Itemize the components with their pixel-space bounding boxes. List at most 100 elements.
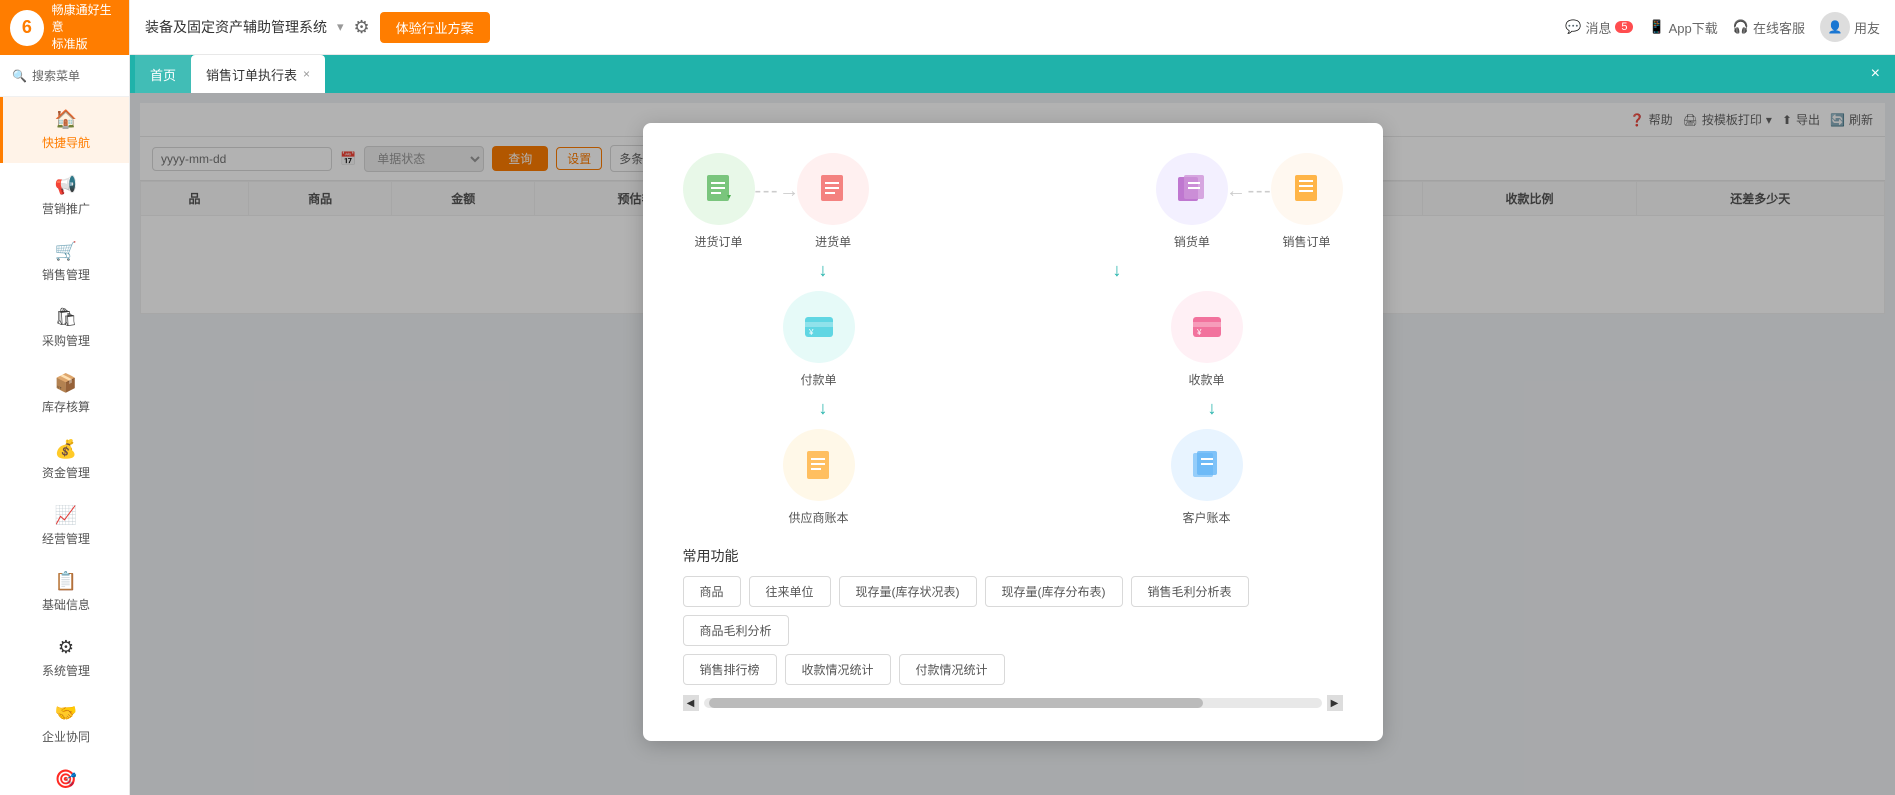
supplier-account-circle [783, 429, 855, 501]
download-icon: 📱 [1648, 19, 1664, 35]
gear-icon: ⚙ [58, 637, 74, 658]
flow-item-customer-account[interactable]: 客户账本 [1171, 429, 1243, 526]
down-arrow-1: ↓ [819, 260, 828, 281]
online-service-button[interactable]: 🎧 在线客服 [1733, 18, 1805, 37]
tab-bar-close-button[interactable]: × [1861, 65, 1890, 83]
common-btn-partner[interactable]: 往来单位 [749, 576, 831, 607]
common-btn-receipt-stats[interactable]: 收款情况统计 [785, 654, 891, 685]
sidebar-item-enterprise[interactable]: 🤝 企业协同 [0, 691, 129, 757]
receipt-circle: ¥ [1171, 291, 1243, 363]
flow-row-2: ¥ 付款单 ¥ [683, 291, 1343, 388]
common-btn-sales-analysis[interactable]: 销售毛利分析表 [1131, 576, 1249, 607]
sidebar-item-marketing[interactable]: 📢 营销推广 [0, 163, 129, 229]
sidebar-item-finance[interactable]: 💰 资金管理 [0, 427, 129, 493]
search-menu-button[interactable]: 🔍 搜索菜单 [8, 63, 121, 88]
sidebar-item-system[interactable]: ⚙ 系统管理 [0, 625, 129, 691]
svg-text:¥: ¥ [1196, 328, 1202, 337]
logo-icon: 6 [10, 10, 44, 46]
flow-down-arrows-2: ↓ ↓ [683, 398, 1343, 419]
flow-arrow-right-1: - - - → [755, 180, 798, 203]
common-btns-row2: 销售排行榜 收款情况统计 付款情况统计 [683, 654, 1343, 685]
tab-home[interactable]: 首页 [135, 55, 191, 93]
dropdown-icon: ▾ [337, 19, 344, 35]
app-download-button[interactable]: 📱 App下载 [1648, 18, 1717, 37]
down-arrow-3: ↓ [819, 398, 828, 419]
common-btn-product-profit[interactable]: 商品毛利分析 [683, 615, 789, 646]
sidebar-item-guide[interactable]: 🎯 新手引导 [0, 757, 129, 795]
trial-button[interactable]: 体验行业方案 [380, 12, 490, 43]
shopping-icon: 🛍 [55, 307, 78, 328]
common-btn-inventory-dist[interactable]: 现存量(库存分布表) [985, 576, 1123, 607]
common-btns-row1: 商品 往来单位 现存量(库存状况表) 现存量(库存分布表) 销售毛利分析表 商品… [683, 576, 1343, 646]
sidebar-logo: 6 畅康通好生意 标准版 [0, 0, 129, 55]
app-container: 6 畅康通好生意 标准版 🔍 搜索菜单 🏠 快捷导航 📢 营销推广 [0, 0, 1895, 795]
app-title: 装备及固定资产辅助管理系统 [145, 17, 327, 37]
user-avatar: 👤 [1820, 12, 1850, 42]
scroll-thumb[interactable] [709, 698, 1203, 708]
sidebar-item-sales[interactable]: 🛒 销售管理 [0, 229, 129, 295]
sidebar: 6 畅康通好生意 标准版 🔍 搜索菜单 🏠 快捷导航 📢 营销推广 [0, 0, 130, 795]
common-btn-inventory-status[interactable]: 现存量(库存状况表) [839, 576, 977, 607]
cart-icon: 🛒 [55, 241, 77, 262]
scroll-track [704, 698, 1322, 708]
money-icon: 💰 [55, 439, 77, 460]
sidebar-item-operations[interactable]: 📈 经营管理 [0, 493, 129, 559]
flow-item-purchase-order[interactable]: 进货订单 [683, 153, 755, 250]
service-icon: 🎧 [1733, 19, 1749, 35]
sidebar-nav: 🏠 快捷导航 📢 营销推广 🛒 销售管理 🛍 采购管理 📦 库存核算 💰 [0, 97, 129, 795]
handshake-icon: 🤝 [55, 703, 77, 724]
sidebar-item-purchase[interactable]: 🛍 采购管理 [0, 295, 129, 361]
payment-circle: ¥ [783, 291, 855, 363]
scroll-right-button[interactable]: ▶ [1327, 695, 1343, 711]
flow-down-arrows: ↓ ↓ [683, 260, 1343, 281]
sales-bill-circle [1156, 153, 1228, 225]
flow-section: 进货订单 - - - → 进货单 [683, 153, 1343, 526]
box-icon: 📦 [55, 373, 77, 394]
search-icon: 🔍 [12, 69, 27, 83]
flow-item-sales-bill[interactable]: 销货单 [1156, 153, 1228, 250]
message-icon: 💬 [1565, 19, 1581, 35]
header-right: 💬 消息 5 📱 App下载 🎧 在线客服 👤 用友 [1565, 12, 1880, 42]
customer-account-circle [1171, 429, 1243, 501]
flow-item-supplier-account[interactable]: 供应商账本 [783, 429, 855, 526]
sidebar-item-basic-info[interactable]: 📋 基础信息 [0, 559, 129, 625]
logo-text: 畅康通好生意 标准版 [52, 2, 119, 52]
header: 装备及固定资产辅助管理系统 ▾ ⚙ 体验行业方案 💬 消息 5 📱 App下载 … [130, 0, 1895, 55]
flow-modal: 进货订单 - - - → 进货单 [643, 123, 1383, 741]
down-arrow-2: ↓ [1113, 260, 1122, 281]
flow-item-receipt[interactable]: ¥ 收款单 [1171, 291, 1243, 388]
content-area: ❓ 帮助 🖨 按模板打印 ▾ ⬆ 导出 🔄 刷新 [130, 93, 1895, 795]
modal-content: 进货订单 - - - → 进货单 [643, 123, 1383, 741]
common-section: 常用功能 商品 往来单位 现存量(库存状况表) 现存量(库存分布表) 销售毛利分… [683, 546, 1343, 685]
sidebar-item-inventory[interactable]: 📦 库存核算 [0, 361, 129, 427]
message-badge: 5 [1615, 21, 1633, 33]
sales-order-circle [1271, 153, 1343, 225]
flow-item-payment[interactable]: ¥ 付款单 [783, 291, 855, 388]
common-btn-product[interactable]: 商品 [683, 576, 741, 607]
sidebar-search: 🔍 搜索菜单 [0, 55, 129, 97]
purchase-order-circle [683, 153, 755, 225]
common-btn-sales-ranking[interactable]: 销售排行榜 [683, 654, 777, 685]
user-menu[interactable]: 👤 用友 [1820, 12, 1880, 42]
megaphone-icon: 📢 [55, 175, 77, 196]
settings-icon[interactable]: ⚙ [354, 17, 370, 38]
common-title: 常用功能 [683, 546, 1343, 566]
flow-arrow-left-1: - - - → [1228, 180, 1271, 203]
flow-item-purchase-bill[interactable]: 进货单 [797, 153, 869, 250]
modal-scrollbar: ◀ ▶ [683, 695, 1343, 711]
main-area: 装备及固定资产辅助管理系统 ▾ ⚙ 体验行业方案 💬 消息 5 📱 App下载 … [130, 0, 1895, 795]
common-btn-payment-stats[interactable]: 付款情况统计 [899, 654, 1005, 685]
clipboard-icon: 📋 [55, 571, 77, 592]
tab-close-icon[interactable]: × [303, 67, 310, 81]
svg-text:¥: ¥ [808, 328, 814, 337]
flow-row-3: 供应商账本 客户账本 [683, 429, 1343, 526]
purchase-bill-circle [797, 153, 869, 225]
message-button[interactable]: 💬 消息 5 [1565, 18, 1633, 37]
flow-item-sales-order[interactable]: 销售订单 [1271, 153, 1343, 250]
tab-bar: 首页 销售订单执行表 × × [130, 55, 1895, 93]
down-arrow-4: ↓ [1208, 398, 1217, 419]
target-icon: 🎯 [55, 769, 77, 790]
scroll-left-button[interactable]: ◀ [683, 695, 699, 711]
tab-sales-order[interactable]: 销售订单执行表 × [191, 55, 325, 93]
sidebar-item-quick-nav[interactable]: 🏠 快捷导航 [0, 97, 129, 163]
